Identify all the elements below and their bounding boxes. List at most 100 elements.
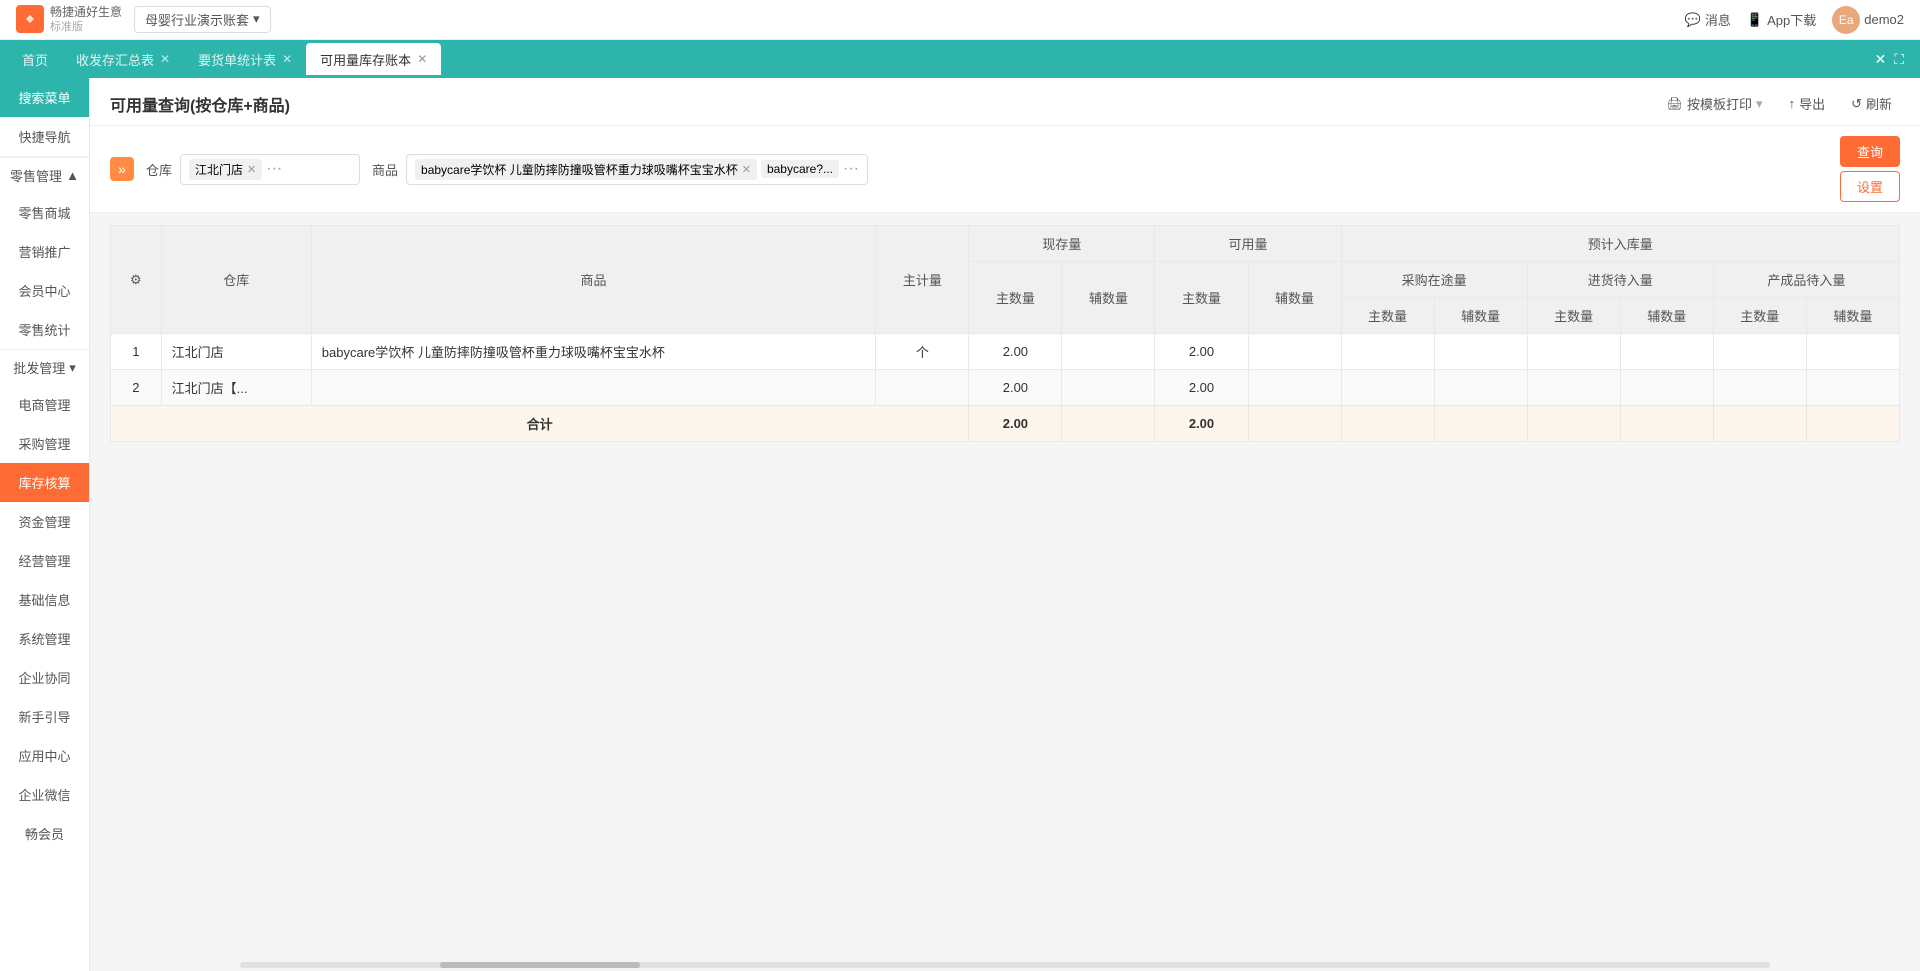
print-btn[interactable]: 🖨 按模板打印 ▾ [1659, 90, 1771, 117]
sidebar-item-purchase[interactable]: 采购管理 [0, 424, 89, 463]
row2-avail-aux [1248, 370, 1341, 406]
tab-receive-pay[interactable]: 收发存汇总表 ✕ [62, 43, 184, 75]
warehouse-dots[interactable]: ··· [266, 160, 282, 178]
tab-receive-pay-label: 收发存汇总表 [76, 50, 154, 69]
th-settings-icon[interactable]: ⚙ [111, 226, 162, 334]
chevron-icon: ▲ [66, 168, 79, 183]
warehouse-filter-input[interactable]: 江北门店 ✕ ··· [180, 154, 360, 185]
sidebar-item-ecommerce[interactable]: 电商管理 [0, 385, 89, 424]
th-incoming-aux-label: 辅数量 [1647, 309, 1686, 324]
sidebar-item-wholesale-mgmt[interactable]: 批发管理 ▾ [0, 349, 89, 385]
th-stock-aux: 辅数量 [1062, 262, 1155, 334]
settings-btn[interactable]: 设置 [1840, 171, 1900, 202]
expand-btn[interactable]: » [110, 157, 134, 181]
row2-incoming-main [1527, 370, 1620, 406]
filter-bar: » 仓库 江北门店 ✕ ··· 商品 babycare学饮杯 儿童防摔防撞吸管杯… [90, 126, 1920, 213]
page-actions: 🖨 按模板打印 ▾ ↑ 导出 ↺ 刷新 [1659, 90, 1901, 117]
sidebar-wholesale-label: 批发管理 [13, 358, 65, 377]
sidebar-search[interactable]: 搜索菜单 [0, 78, 89, 117]
tab-order-stats-close[interactable]: ✕ [282, 52, 292, 66]
close-all-icon[interactable]: ✕ [1874, 51, 1886, 68]
sidebar-item-member[interactable]: 会员中心 [0, 271, 89, 310]
sidebar-item-basic-info[interactable]: 基础信息 [0, 580, 89, 619]
th-incoming-main: 主数量 [1527, 298, 1620, 334]
tab-actions: ✕ ⛶ [1866, 51, 1912, 68]
scrollbar-track [240, 962, 1770, 968]
th-avail-main-label: 主数量 [1182, 291, 1221, 306]
sidebar-member2-label: 畅会员 [25, 824, 64, 843]
sidebar-item-member2[interactable]: 畅会员 [0, 814, 89, 853]
product-tag-2-text: babycare?... [767, 162, 833, 176]
sidebar-item-enterprise[interactable]: 企业协同 [0, 658, 89, 697]
sidebar-item-inventory[interactable]: 库存核算 [0, 463, 89, 502]
product-filter-input[interactable]: babycare学饮杯 儿童防摔防撞吸管杯重力球吸嘴杯宝宝水杯 ✕ babyca… [406, 154, 868, 185]
refresh-btn[interactable]: ↺ 刷新 [1843, 90, 1900, 117]
sidebar-item-finance[interactable]: 资金管理 [0, 502, 89, 541]
row1-avail-aux [1248, 334, 1341, 370]
row2-avail-main: 2.00 [1155, 370, 1248, 406]
th-expected-label: 预计入库量 [1588, 237, 1653, 252]
horizontal-scrollbar[interactable] [90, 959, 1920, 971]
total-finished-main [1713, 406, 1806, 442]
tab-order-stats[interactable]: 要货单统计表 ✕ [184, 43, 306, 75]
row1-incoming-aux [1620, 334, 1713, 370]
sidebar-item-app-center[interactable]: 应用中心 [0, 736, 89, 775]
refresh-icon: ↺ [1851, 96, 1862, 112]
sidebar-app-center-label: 应用中心 [18, 746, 70, 765]
export-btn[interactable]: ↑ 导出 [1781, 90, 1834, 117]
message-btn[interactable]: 💬 消息 [1685, 10, 1731, 29]
print-chevron-icon: ▾ [1756, 96, 1763, 112]
tab-receive-pay-close[interactable]: ✕ [160, 52, 170, 66]
product-dots[interactable]: ··· [843, 160, 859, 178]
query-btn[interactable]: 查询 [1840, 136, 1900, 167]
row2-finished-main [1713, 370, 1806, 406]
th-purchase-aux-label: 辅数量 [1461, 309, 1500, 324]
warehouse-filter-group: 仓库 江北门店 ✕ ··· [146, 154, 360, 185]
th-finished-aux: 辅数量 [1806, 298, 1899, 334]
sidebar-item-retail-mgmt[interactable]: 零售管理 ▲ [0, 157, 89, 193]
download-btn[interactable]: 📱 App下载 [1747, 10, 1816, 29]
chevron-down-icon: ▾ [69, 360, 76, 376]
th-warehouse: 仓库 [161, 226, 311, 334]
th-purchase-main: 主数量 [1341, 298, 1434, 334]
row1-no: 1 [111, 334, 162, 370]
total-incoming-main [1527, 406, 1620, 442]
user-profile[interactable]: Ea demo2 [1832, 6, 1904, 34]
top-bar-right: 💬 消息 📱 App下载 Ea demo2 [1685, 6, 1904, 34]
sidebar-item-marketing[interactable]: 营销推广 [0, 232, 89, 271]
warehouse-tag-remove[interactable]: ✕ [247, 163, 256, 176]
total-row: 合计 2.00 2.00 [111, 406, 1900, 442]
sidebar-item-retail-store[interactable]: 零售商城 [0, 193, 89, 232]
sidebar-search-label: 搜索菜单 [18, 91, 70, 106]
sidebar-item-enterprise-wechat[interactable]: 企业微信 [0, 775, 89, 814]
template-label: 标准版 [50, 20, 122, 34]
industry-selector[interactable]: 母婴行业演示账套 ▾ [134, 6, 271, 33]
product-filter-group: 商品 babycare学饮杯 儿童防摔防撞吸管杯重力球吸嘴杯宝宝水杯 ✕ bab… [372, 154, 868, 185]
fullscreen-icon[interactable]: ⛶ [1894, 51, 1904, 68]
scrollbar-thumb[interactable] [440, 962, 640, 968]
top-bar-left: 畅捷通好生意 标准版 母婴行业演示账套 ▾ [16, 5, 271, 35]
sidebar-retail-store-label: 零售商城 [18, 203, 70, 222]
row2-no: 2 [111, 370, 162, 406]
sidebar-item-newbie[interactable]: 新手引导 [0, 697, 89, 736]
sidebar-retail-mgmt-label: 零售管理 [10, 166, 62, 185]
chevron-down-icon: ▾ [253, 11, 260, 27]
tab-home[interactable]: 首页 [8, 43, 62, 75]
sidebar-item-retail-stats[interactable]: 零售统计 [0, 310, 89, 349]
tab-available-stock-close[interactable]: ✕ [417, 52, 427, 66]
print-icon: 🖨 [1667, 96, 1684, 112]
sidebar-item-operations[interactable]: 经营管理 [0, 541, 89, 580]
product-tag-1-remove[interactable]: ✕ [742, 163, 751, 176]
warehouse-filter-label: 仓库 [146, 160, 172, 179]
th-purchase-aux: 辅数量 [1434, 298, 1527, 334]
data-table: ⚙ 仓库 商品 主计量 现存量 [110, 225, 1900, 442]
tab-available-stock[interactable]: 可用量库存账本 ✕ [306, 43, 441, 75]
th-stock-aux-label: 辅数量 [1089, 291, 1128, 306]
total-finished-aux [1806, 406, 1899, 442]
sidebar-item-system[interactable]: 系统管理 [0, 619, 89, 658]
sidebar-item-quick-nav[interactable]: 快捷导航 [0, 117, 89, 156]
logo-icon [16, 5, 44, 33]
sidebar-enterprise-label: 企业协同 [18, 668, 70, 687]
sidebar-quick-nav-label: 快捷导航 [18, 127, 70, 146]
th-purchase-main-label: 主数量 [1368, 309, 1407, 324]
